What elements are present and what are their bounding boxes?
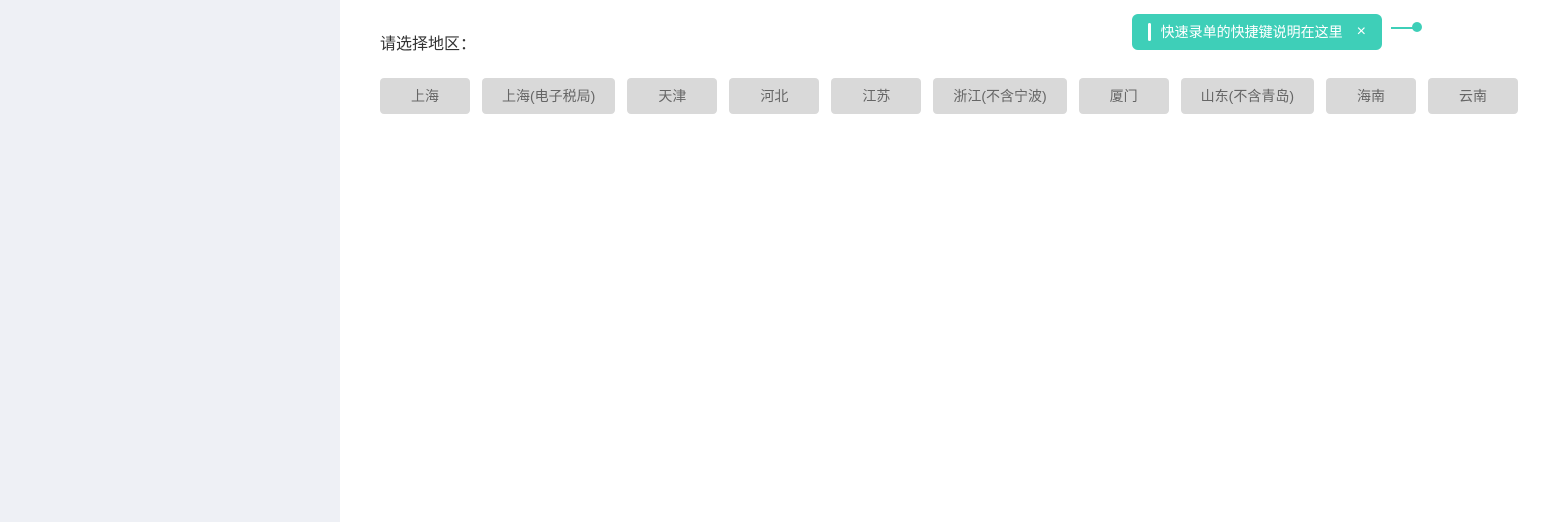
region-buttons-container: 上海上海(电子税局) 天津河北江苏浙江(不含宁波) 厦门山东(不含青岛) 海南云南 (380, 78, 1522, 114)
dot-indicator (1412, 22, 1422, 32)
region-btn-yunnan[interactable]: 云南 (1428, 78, 1518, 114)
tooltip-bar (1148, 23, 1151, 41)
left-sidebar (0, 0, 340, 522)
region-btn-shanghai-etax[interactable]: 上海(电子税局) (482, 78, 615, 114)
region-btn-zhejiang[interactable]: 浙江(不含宁波) (933, 78, 1066, 114)
region-btn-shanghai[interactable]: 上海 (380, 78, 470, 114)
region-btn-hainan[interactable]: 海南 (1326, 78, 1416, 114)
region-btn-jiangsu[interactable]: 江苏 (831, 78, 921, 114)
region-btn-xiamen[interactable]: 厦门 (1079, 78, 1169, 114)
region-btn-hebei[interactable]: 河北 (729, 78, 819, 114)
tooltip-banner: 快速录单的快捷键说明在这里 × (1132, 14, 1382, 50)
tooltip-text: 快速录单的快捷键说明在这里 (1161, 22, 1343, 42)
main-content: 请选择地区： 上海上海(电子税局)天津河北江苏浙江(不含宁波)厦门山东(不含青岛… (340, 0, 1562, 522)
tooltip-close-button[interactable]: × (1357, 23, 1366, 41)
region-btn-shandong[interactable]: 山东(不含青岛) (1181, 78, 1314, 114)
region-btn-tianjin[interactable]: 天津 (627, 78, 717, 114)
